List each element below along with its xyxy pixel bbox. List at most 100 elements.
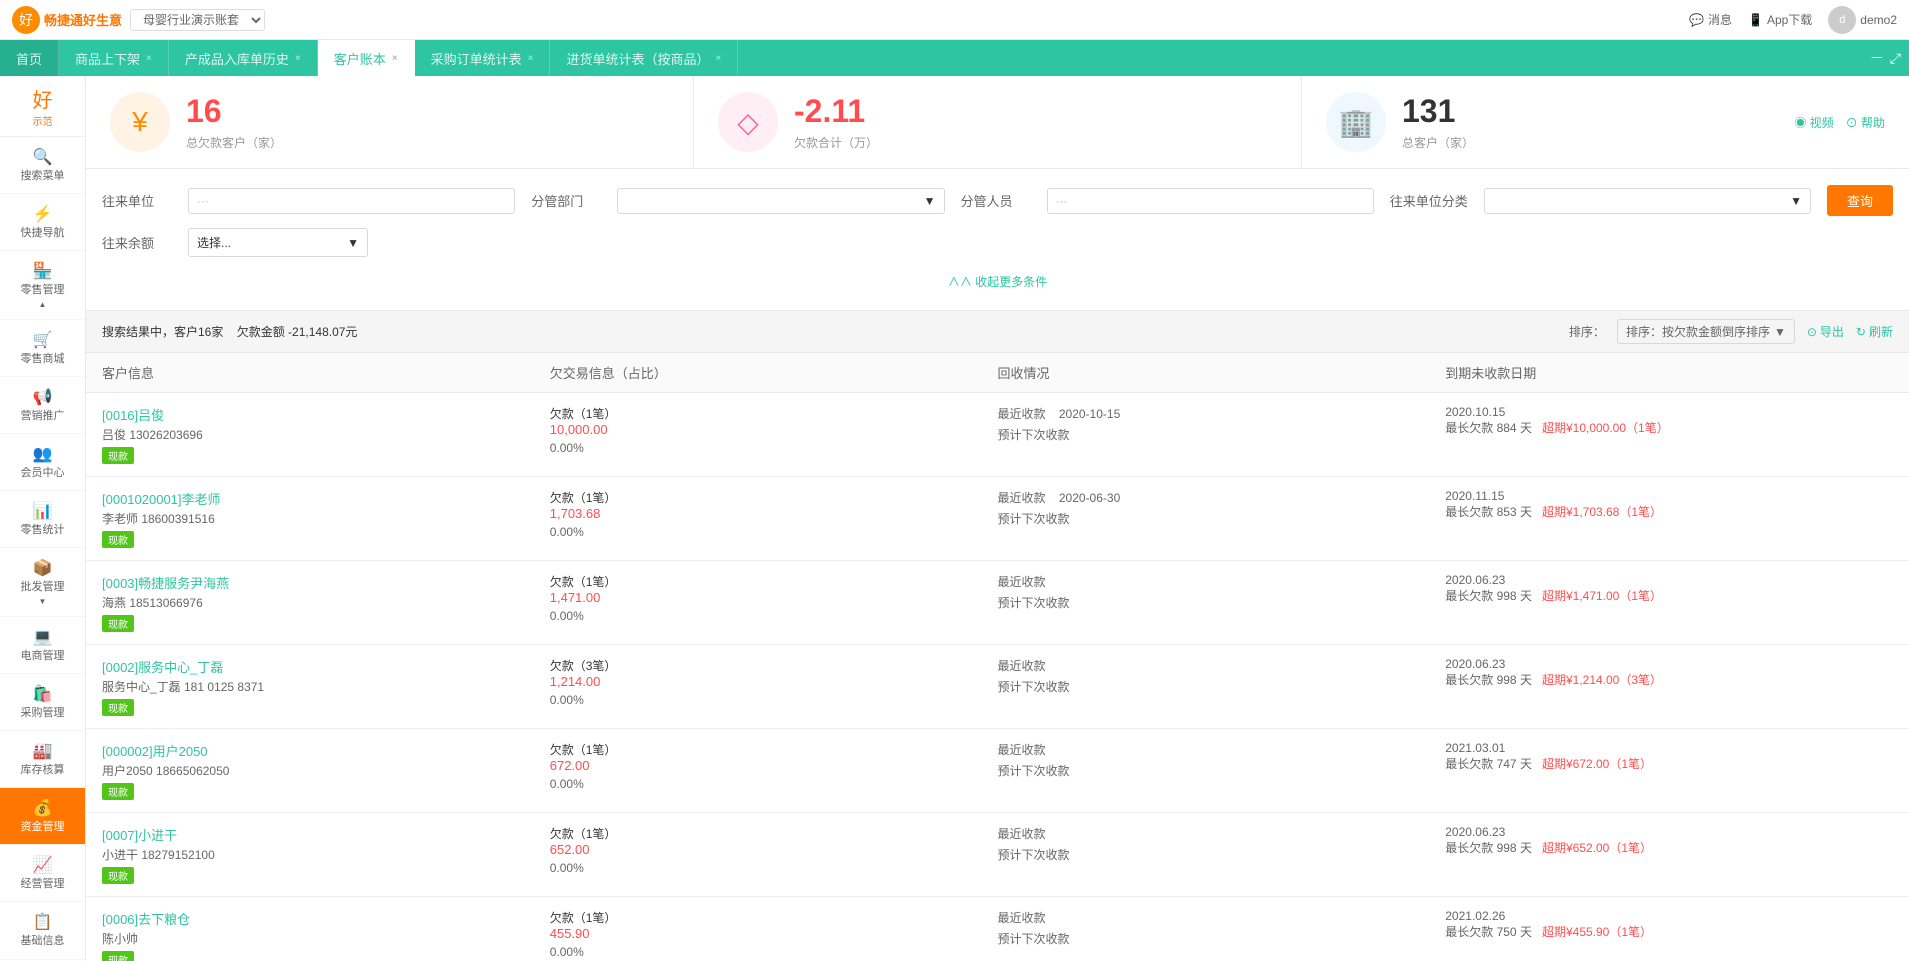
collapse-bar[interactable]: ∧∧ 收起更多条件 bbox=[102, 269, 1893, 294]
customer-tag: 现款 bbox=[102, 699, 134, 716]
customer-name-link[interactable]: [0001020001]李老师 bbox=[102, 489, 550, 508]
customer-tag: 现款 bbox=[102, 867, 134, 884]
refresh-button[interactable]: ↻ 刷新 bbox=[1856, 323, 1893, 340]
sidebar-item-inventory[interactable]: 🏭 库存核算 bbox=[0, 731, 85, 788]
search-button[interactable]: 查询 bbox=[1827, 185, 1893, 216]
filter-select-dept[interactable]: ▼ bbox=[617, 188, 944, 214]
customer-phone: 小进干 18279152100 bbox=[102, 846, 550, 863]
stat-value-1: 16 bbox=[186, 93, 282, 130]
stat-icon-1: ¥ bbox=[110, 92, 170, 152]
tab-home[interactable]: 首页 bbox=[0, 40, 59, 76]
overdue-link[interactable]: 超期¥1,703.68（1笔） bbox=[1542, 505, 1662, 519]
customer-info-cell: [0003]畅捷服务尹海燕 海燕 18513066976 现款 bbox=[102, 573, 550, 632]
export-button[interactable]: ⊙ 导出 bbox=[1807, 323, 1844, 340]
table-row: [0007]小进干 小进干 18279152100 现款 欠款（1笔） 652.… bbox=[86, 813, 1909, 897]
filter-select-category[interactable]: ▼ bbox=[1484, 188, 1811, 214]
close-icon[interactable]: × bbox=[715, 53, 721, 64]
customer-name-link[interactable]: [0002]服务中心_丁磊 bbox=[102, 657, 550, 676]
stat-card-3: 🏢 131 总客户（家） ◉ 视频 ⊙ 帮助 bbox=[1302, 76, 1909, 168]
filter-label-category: 往来单位分类 bbox=[1390, 191, 1468, 210]
message-button[interactable]: 💬 消息 bbox=[1689, 11, 1732, 28]
due-date-cell: 2021.03.01 最长欠款 747 天 超期¥672.00（1笔） bbox=[1445, 741, 1893, 800]
due-date-cell: 2020.06.23 最长欠款 998 天 超期¥1,214.00（3笔） bbox=[1445, 657, 1893, 716]
tab-customer-account[interactable]: 客户账本 × bbox=[318, 40, 415, 76]
filter-input-vendor[interactable]: ··· bbox=[188, 188, 515, 214]
customer-phone: 吕俊 13026203696 bbox=[102, 426, 550, 443]
inventory-icon: 🏭 bbox=[33, 741, 53, 761]
sidebar-item-purchase-mgmt[interactable]: 🛍️ 采购管理 bbox=[0, 674, 85, 731]
stat-card-2: ◇ -2.11 欠款合计（万） bbox=[694, 76, 1302, 168]
tab-bar: 首页 商品上下架 × 产成品入库单历史 × 客户账本 × 采购订单统计表 × 进… bbox=[0, 40, 1909, 76]
overdue-link[interactable]: 超期¥455.90（1笔） bbox=[1542, 925, 1652, 939]
customer-name-link[interactable]: [0003]畅捷服务尹海燕 bbox=[102, 573, 550, 592]
sidebar-item-search[interactable]: 🔍 搜索菜单 bbox=[0, 137, 85, 194]
overdue-link[interactable]: 超期¥652.00（1笔） bbox=[1542, 841, 1652, 855]
sidebar-item-basic-info[interactable]: 📋 基础信息 bbox=[0, 902, 85, 959]
avatar: d bbox=[1828, 6, 1856, 34]
arrow-down-icon: ▼ bbox=[924, 194, 936, 208]
sidebar-item-retail-stats[interactable]: 📊 零售统计 bbox=[0, 491, 85, 548]
help-link[interactable]: ⊙ 帮助 bbox=[1846, 114, 1885, 131]
customer-tag: 现款 bbox=[102, 447, 134, 464]
stat-top-right: ◉ 视频 ⊙ 帮助 bbox=[1794, 114, 1885, 131]
refresh-icon: ↻ bbox=[1856, 325, 1866, 339]
sidebar-item-marketing[interactable]: 📢 营销推广 bbox=[0, 377, 85, 434]
sidebar-item-retail-mgmt[interactable]: 🏪 零售管理 ▲ bbox=[0, 251, 85, 319]
close-icon[interactable]: × bbox=[392, 53, 398, 64]
content-area: ¥ 16 总欠款客户（家） ◇ -2.11 欠款合计（万） 🏢 131 总客户（… bbox=[86, 76, 1909, 961]
overdue-link[interactable]: 超期¥10,000.00（1笔） bbox=[1542, 421, 1669, 435]
table-row: [0003]畅捷服务尹海燕 海燕 18513066976 现款 欠款（1笔） 1… bbox=[86, 561, 1909, 645]
tab-production-history[interactable]: 产成品入库单历史 × bbox=[169, 40, 318, 76]
filter-input-person[interactable]: ··· bbox=[1047, 188, 1374, 214]
sidebar-item-ecommerce[interactable]: 💻 电商管理 bbox=[0, 617, 85, 674]
results-bar: 搜索结果中，客户16家 欠款金额 -21,148.07元 排序： 排序：按欠款金… bbox=[86, 310, 1909, 353]
stat-card-1: ¥ 16 总欠款客户（家） bbox=[86, 76, 694, 168]
tab-stock-statistics[interactable]: 进货单统计表（按商品） × bbox=[550, 40, 738, 76]
customer-tag: 现款 bbox=[102, 951, 134, 961]
filter-row-2: 往来余额 选择... ▼ bbox=[102, 228, 1893, 257]
app-download-button[interactable]: 📱 App下载 bbox=[1748, 11, 1812, 28]
close-icon[interactable]: × bbox=[295, 53, 301, 64]
overdue-link[interactable]: 超期¥672.00（1笔） bbox=[1542, 757, 1652, 771]
logo-icon: 好 bbox=[12, 6, 40, 34]
results-info: 搜索结果中，客户16家 欠款金额 -21,148.07元 bbox=[102, 323, 357, 340]
customer-tag: 现款 bbox=[102, 531, 134, 548]
close-icon[interactable]: × bbox=[146, 53, 152, 64]
sort-select[interactable]: 排序：按欠款金额倒序排序 ▼ bbox=[1617, 319, 1795, 344]
collection-cell: 最近收款 2020-06-30 预计下次收款 bbox=[998, 489, 1446, 548]
top-bar: 好 畅捷通好生意 母婴行业演示账套 💬 消息 📱 App下载 d demo2 bbox=[0, 0, 1909, 40]
debt-info-cell: 欠款（3笔） 1,214.00 0.00% bbox=[550, 657, 998, 716]
customer-name-link[interactable]: [0007]小进干 bbox=[102, 825, 550, 844]
tab-purchase-order[interactable]: 采购订单统计表 × bbox=[415, 40, 551, 76]
overdue-link[interactable]: 超期¥1,214.00（3笔） bbox=[1542, 673, 1662, 687]
customer-name-link[interactable]: [0016]吕俊 bbox=[102, 405, 550, 424]
sidebar-item-business-mgmt[interactable]: 📈 经营管理 bbox=[0, 845, 85, 902]
sidebar-item-quick-nav[interactable]: ⚡ 快捷导航 bbox=[0, 194, 85, 251]
sidebar-item-batch-mgmt[interactable]: 📦 批发管理 ▼ bbox=[0, 548, 85, 616]
sidebar-item-retail-mall[interactable]: 🛒 零售商城 bbox=[0, 320, 85, 377]
filter-label-balance: 往来余额 bbox=[102, 233, 172, 252]
customer-name-link[interactable]: [000002]用户2050 bbox=[102, 741, 550, 760]
sidebar-item-member-center[interactable]: 👥 会员中心 bbox=[0, 434, 85, 491]
top-bar-right: 💬 消息 📱 App下载 d demo2 bbox=[1689, 6, 1897, 34]
filter-select-balance[interactable]: 选择... ▼ bbox=[188, 228, 368, 257]
video-link[interactable]: ◉ 视频 bbox=[1794, 114, 1833, 131]
marketing-icon: 📢 bbox=[33, 387, 53, 407]
close-icon[interactable]: × bbox=[528, 53, 534, 64]
sidebar-item-finance[interactable]: 💰 资金管理 bbox=[0, 788, 85, 845]
demo-selector[interactable]: 母婴行业演示账套 bbox=[130, 9, 265, 31]
logo-text: 畅捷通好生意 bbox=[44, 10, 122, 29]
customer-name-link[interactable]: [0006]去下粮仓 bbox=[102, 909, 550, 928]
maximize-button[interactable]: ⤢ bbox=[1890, 50, 1901, 67]
sidebar-subtitle: 示范 bbox=[33, 113, 53, 128]
filter-label-dept: 分管部门 bbox=[531, 191, 601, 210]
col-header-due-date: 到期未收款日期 bbox=[1445, 363, 1893, 382]
tab-product-offline[interactable]: 商品上下架 × bbox=[59, 40, 169, 76]
filter-area: 往来单位 ··· 分管部门 ▼ 分管人员 ··· 往来单位分类 ▼ bbox=[86, 169, 1909, 310]
minimize-button[interactable]: － bbox=[1870, 48, 1884, 68]
user-avatar[interactable]: d demo2 bbox=[1828, 6, 1897, 34]
stat-label-3: 总客户（家） bbox=[1402, 134, 1474, 151]
col-header-collection: 回收情况 bbox=[998, 363, 1446, 382]
debt-info-cell: 欠款（1笔） 1,703.68 0.00% bbox=[550, 489, 998, 548]
overdue-link[interactable]: 超期¥1,471.00（1笔） bbox=[1542, 589, 1662, 603]
